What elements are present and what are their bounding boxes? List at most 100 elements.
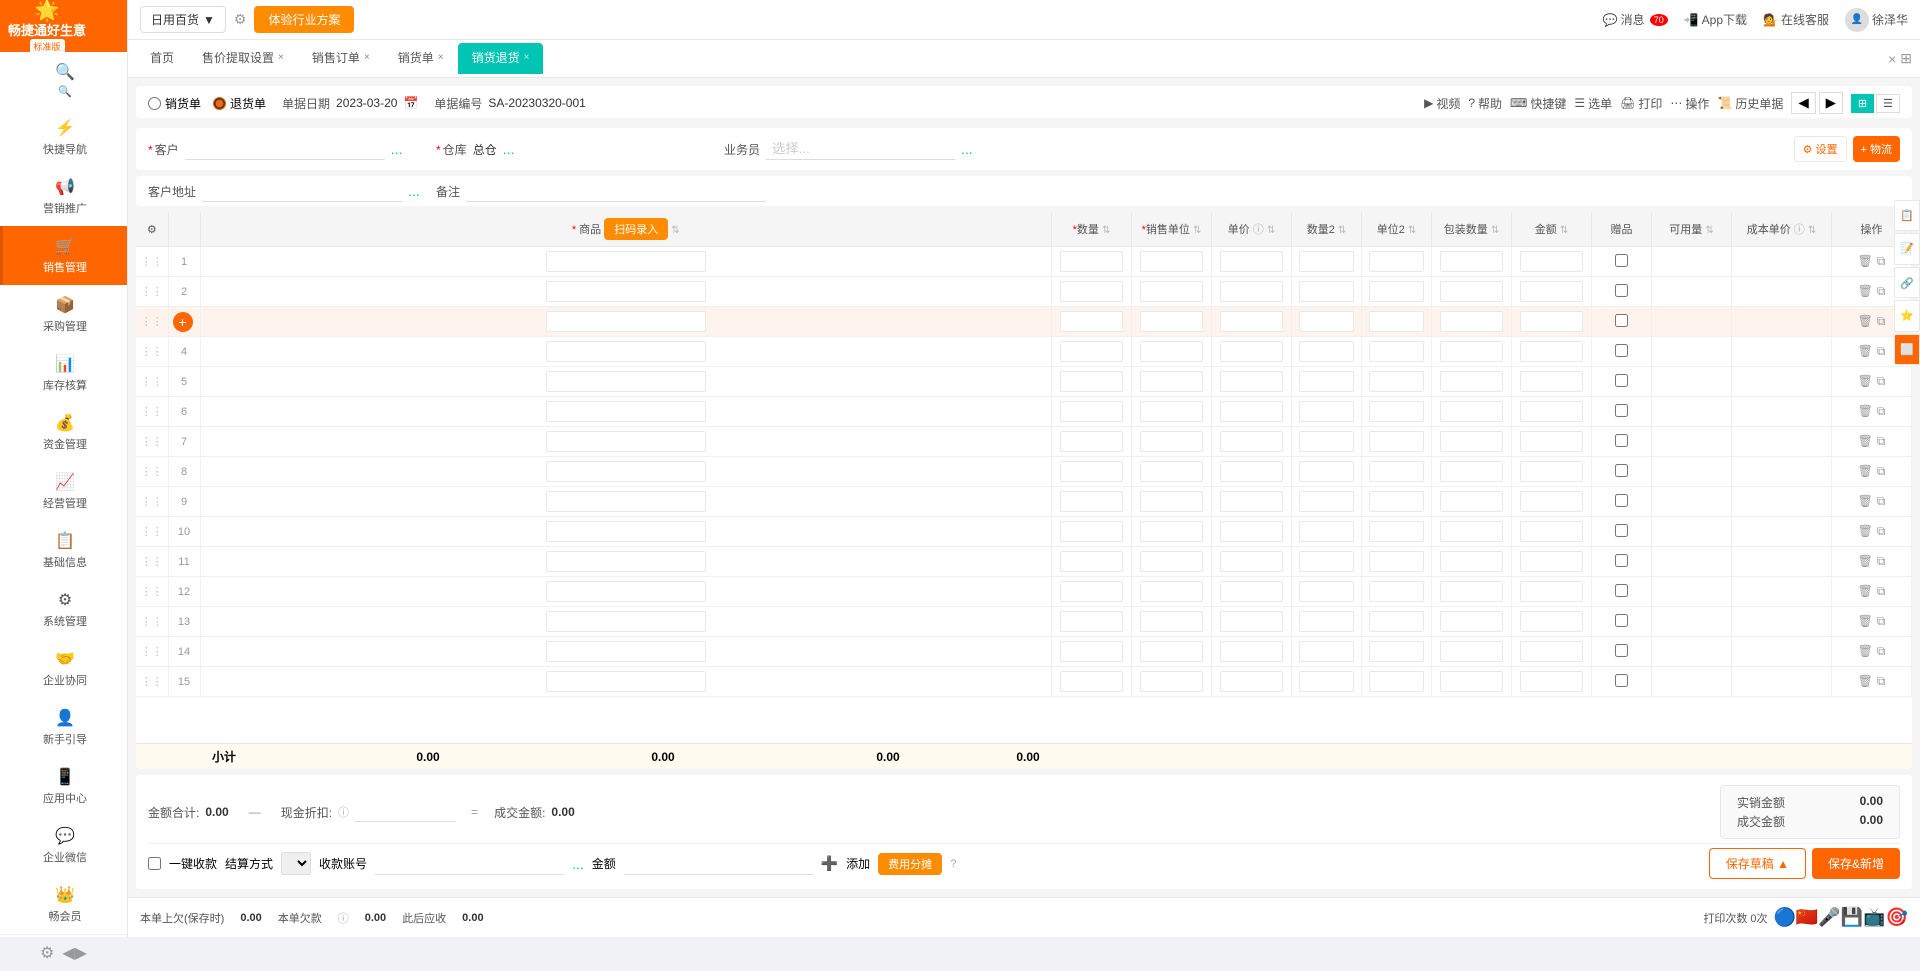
sidebar-item-member[interactable]: 👑 畅会员 <box>0 875 127 934</box>
amount-cell[interactable] <box>1512 247 1592 277</box>
unit2-input-6[interactable] <box>1369 401 1424 422</box>
right-btn-5[interactable]: ⬜ <box>1894 334 1920 365</box>
radio-sales-shipment[interactable]: 销货单 <box>148 95 201 112</box>
col-settings[interactable]: ⚙ <box>136 212 168 247</box>
product-input-8[interactable] <box>546 461 706 482</box>
price-input-7[interactable] <box>1220 431 1284 452</box>
tab-sales-return-close[interactable]: × <box>524 52 530 63</box>
unit2-input-8[interactable] <box>1369 461 1424 482</box>
qty2-sort-icon[interactable]: ⇅ <box>1338 225 1346 236</box>
qty-input-10[interactable] <box>1060 521 1124 542</box>
pack-input-11[interactable] <box>1440 551 1504 572</box>
price-input-13[interactable] <box>1220 611 1284 632</box>
save-draft-btn[interactable]: 保存草稿 ▲ <box>1709 848 1806 879</box>
qty2-cell[interactable] <box>1292 547 1362 577</box>
row-drag-handle[interactable]: ⋮⋮ <box>136 517 168 547</box>
unit2-cell[interactable] <box>1362 637 1432 667</box>
pack-cell[interactable] <box>1432 487 1512 517</box>
sidebar-item-purchase[interactable]: 📦 采购管理 <box>0 285 127 344</box>
industry-select[interactable]: 日用百货 ▼ <box>140 6 226 33</box>
unit-input-3[interactable] <box>1140 311 1204 332</box>
unit-cell[interactable] <box>1132 397 1212 427</box>
unit2-input-4[interactable] <box>1369 341 1424 362</box>
pack-input-4[interactable] <box>1440 341 1504 362</box>
print-count-btn[interactable]: 打印次数 0次 <box>1703 910 1767 926</box>
toolbar-video[interactable]: ▶ 视频 <box>1424 95 1460 112</box>
collapse-icon[interactable]: ◀▶ <box>62 943 87 963</box>
qty2-cell[interactable] <box>1292 427 1362 457</box>
sidebar-item-sales[interactable]: 🛒 销售管理 <box>0 226 127 285</box>
unit2-cell[interactable] <box>1362 427 1432 457</box>
product-cell[interactable] <box>200 247 1052 277</box>
app-download-item[interactable]: 📲 App下载 <box>1684 11 1747 28</box>
amount-cell[interactable] <box>1512 487 1592 517</box>
price-help-icon[interactable]: ⓘ <box>1253 224 1264 236</box>
sidebar-item-operations[interactable]: 📈 经营管理 <box>0 462 127 521</box>
qty-input-2[interactable] <box>1060 281 1124 302</box>
gift-checkbox-11[interactable] <box>1615 554 1628 567</box>
copy-row-icon-5[interactable]: ⧉ <box>1877 374 1886 389</box>
tab-home[interactable]: 首页 <box>136 43 188 74</box>
price-cell[interactable] <box>1212 637 1292 667</box>
delete-row-icon-12[interactable]: 🗑 <box>1858 584 1873 599</box>
unit-input-12[interactable] <box>1140 581 1204 602</box>
qty2-input-4[interactable] <box>1299 341 1354 362</box>
amount-cell[interactable] <box>1512 337 1592 367</box>
amount-input-1[interactable] <box>1520 251 1584 272</box>
gift-cell[interactable] <box>1592 637 1652 667</box>
product-input-14[interactable] <box>546 641 706 662</box>
tab-price-extract[interactable]: 售价提取设置 × <box>188 43 298 74</box>
qty-cell[interactable] <box>1052 487 1132 517</box>
qty-cell[interactable] <box>1052 547 1132 577</box>
product-input-4[interactable] <box>546 341 706 362</box>
delete-row-icon-4[interactable]: 🗑 <box>1858 344 1873 359</box>
tab-sales-order-close[interactable]: × <box>364 52 370 63</box>
unit-cell[interactable] <box>1132 277 1212 307</box>
amount-cell[interactable] <box>1512 397 1592 427</box>
toolbar-select[interactable]: ☰ 选单 <box>1574 95 1612 112</box>
unit-input-2[interactable] <box>1140 281 1204 302</box>
unit2-cell[interactable] <box>1362 307 1432 337</box>
unit-input-8[interactable] <box>1140 461 1204 482</box>
product-input-10[interactable] <box>546 521 706 542</box>
product-input-3[interactable] <box>546 311 706 332</box>
qty2-cell[interactable] <box>1292 307 1362 337</box>
unit-cell[interactable] <box>1132 427 1212 457</box>
gift-checkbox-10[interactable] <box>1615 524 1628 537</box>
price-input-5[interactable] <box>1220 371 1284 392</box>
unit-input-11[interactable] <box>1140 551 1204 572</box>
qty2-input-11[interactable] <box>1299 551 1354 572</box>
unit-cell[interactable] <box>1132 457 1212 487</box>
qty-cell[interactable] <box>1052 247 1132 277</box>
qty-sort-icon[interactable]: ⇅ <box>1102 225 1110 236</box>
unit-input-13[interactable] <box>1140 611 1204 632</box>
product-cell[interactable] <box>200 457 1052 487</box>
qty2-input-15[interactable] <box>1299 671 1354 692</box>
tab-sales-return[interactable]: 销货退货 × <box>458 43 544 74</box>
unit2-cell[interactable] <box>1362 547 1432 577</box>
tab-sales-order[interactable]: 销售订单 × <box>298 43 384 74</box>
product-cell[interactable] <box>200 667 1052 697</box>
save-draft-dropdown-icon[interactable]: ▲ <box>1777 857 1789 871</box>
cost-help-icon[interactable]: ⓘ <box>1794 224 1805 236</box>
calc-method-select[interactable] <box>281 852 311 875</box>
toolbar-help[interactable]: ? 帮助 <box>1468 95 1502 112</box>
copy-row-icon-7[interactable]: ⧉ <box>1877 434 1886 449</box>
price-cell[interactable] <box>1212 577 1292 607</box>
unit2-input-1[interactable] <box>1369 251 1424 272</box>
row-drag-handle[interactable]: ⋮⋮ <box>136 427 168 457</box>
unit-input-10[interactable] <box>1140 521 1204 542</box>
add-row-btn[interactable]: + <box>173 312 193 332</box>
unit2-cell[interactable] <box>1362 337 1432 367</box>
copy-row-icon-9[interactable]: ⧉ <box>1877 494 1886 509</box>
unit2-cell[interactable] <box>1362 487 1432 517</box>
price-cell[interactable] <box>1212 547 1292 577</box>
product-cell[interactable] <box>200 577 1052 607</box>
toolbar-history[interactable]: 📜 历史单据 <box>1717 95 1783 112</box>
unit-input-1[interactable] <box>1140 251 1204 272</box>
qty-cell[interactable] <box>1052 607 1132 637</box>
price-input-9[interactable] <box>1220 491 1284 512</box>
customer-input[interactable] <box>185 138 385 160</box>
gift-cell[interactable] <box>1592 367 1652 397</box>
right-btn-3[interactable]: 🔗 <box>1894 267 1920 298</box>
